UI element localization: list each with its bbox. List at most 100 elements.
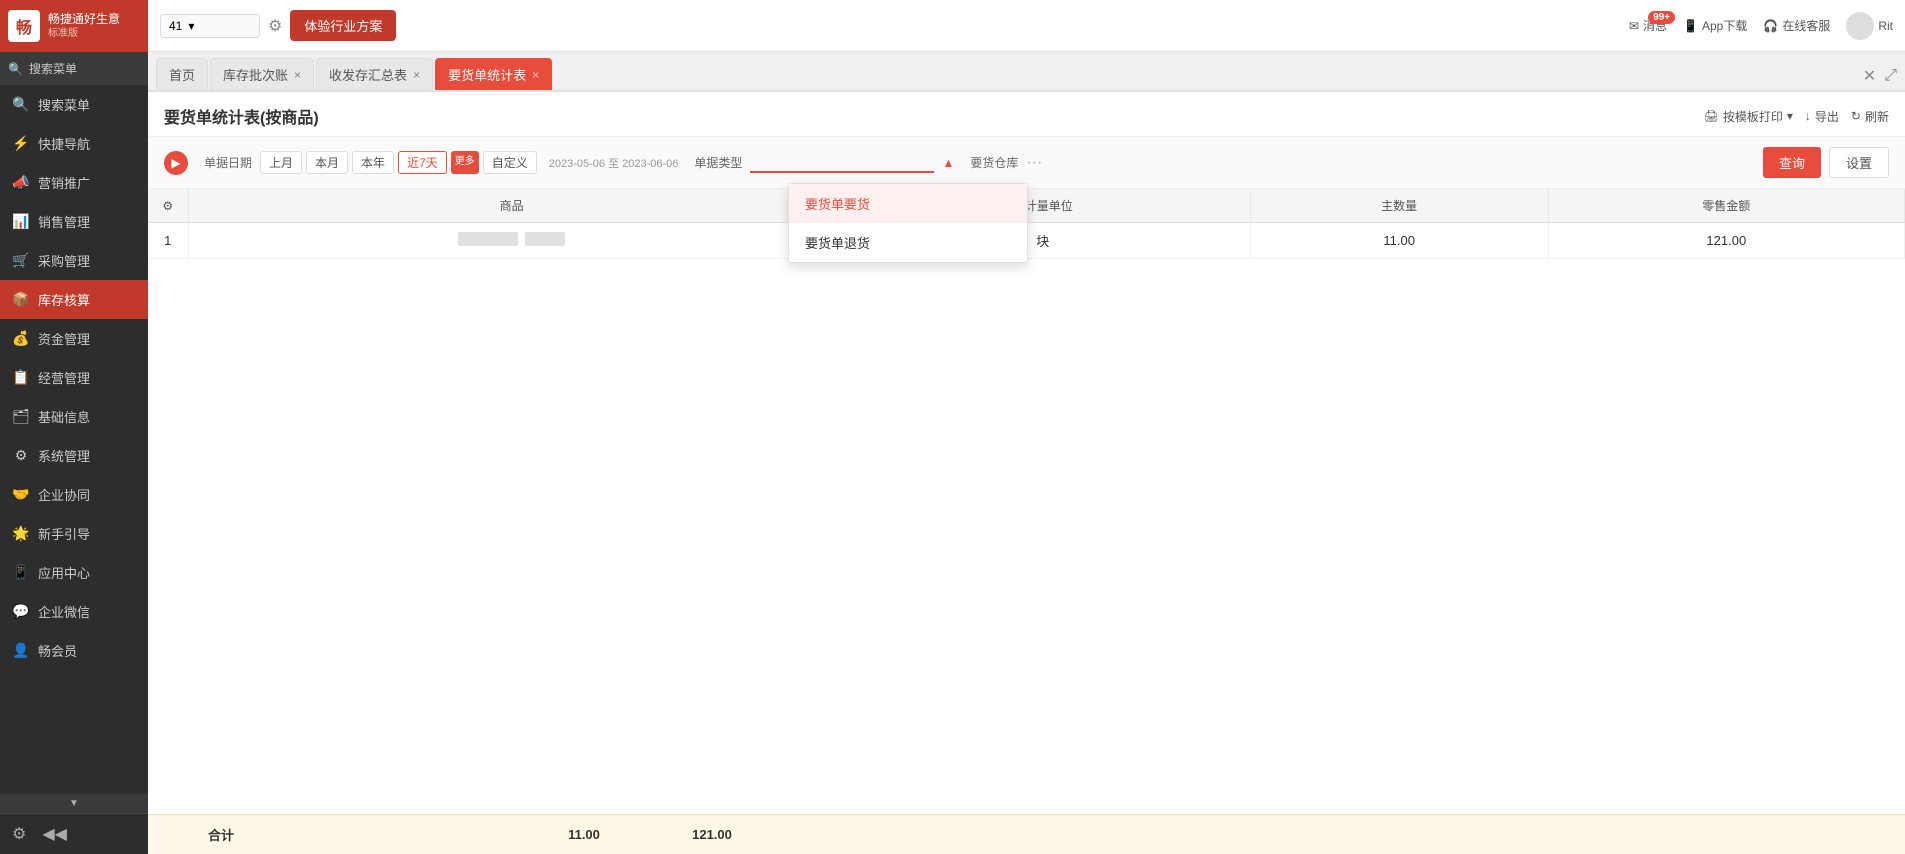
sidebar-item-sales[interactable]: 📊 销售管理 — [0, 202, 148, 241]
date-btn-this-month[interactable]: 本月 — [306, 151, 348, 174]
app-download-btn[interactable]: 📱 App下载 — [1683, 17, 1747, 34]
query-btn[interactable]: 查询 — [1763, 147, 1821, 178]
date-btn-7days[interactable]: 近7天 — [398, 151, 447, 174]
collapse-icon[interactable]: ◀◀ — [42, 824, 67, 844]
date-btn-last-month[interactable]: 上月 — [260, 151, 302, 174]
date-btn-this-year[interactable]: 本年 — [352, 151, 394, 174]
sidebar-item-system[interactable]: ⚙ 系统管理 — [0, 436, 148, 475]
sidebar-item-label-basic: 基础信息 — [38, 407, 90, 426]
selector-value: 41 — [169, 19, 182, 33]
topbar-right: ✉ 消息 99+ 📱 App下载 🎧 在线客服 Rit — [1629, 12, 1893, 40]
sidebar-item-label-member: 畅会员 — [38, 641, 77, 660]
tabs-bar-right: ✕ ⤢ — [1863, 66, 1897, 90]
purchase-icon: 🛒 — [12, 252, 30, 270]
tab-receive-summary-label: 收发存汇总表 — [329, 65, 407, 84]
phone-icon: 📱 — [1683, 19, 1698, 33]
sidebar-item-shortcut[interactable]: ⚡ 快捷导航 — [0, 124, 148, 163]
search-label: 搜索菜单 — [29, 60, 77, 77]
inventory-icon: 📦 — [12, 291, 30, 309]
type-filter-input[interactable] — [750, 152, 934, 173]
tab-receive-summary[interactable]: 收发存汇总表 × — [316, 58, 433, 90]
goods-blurred-2 — [525, 232, 565, 246]
sidebar-item-label-marketing: 营销推广 — [38, 173, 90, 192]
industry-btn[interactable]: 体验行业方案 — [290, 10, 396, 41]
filter-settings-btn[interactable]: 设置 — [1829, 147, 1889, 178]
filter-actions: 查询 设置 — [1763, 147, 1889, 178]
scroll-down-btn[interactable]: ▼ — [0, 794, 148, 813]
th-settings[interactable]: ⚙ — [148, 189, 188, 223]
company-selector[interactable]: 41 ▾ — [160, 14, 260, 38]
more-dates-badge[interactable]: 更多 — [451, 151, 479, 174]
sidebar-item-operations[interactable]: 📋 经营管理 — [0, 358, 148, 397]
tab-home[interactable]: 首页 — [156, 58, 208, 90]
tab-requisition-stats-close[interactable]: × — [532, 68, 539, 82]
sidebar-item-basic[interactable]: 🗂 基础信息 — [0, 397, 148, 436]
user-avatar[interactable]: Rit — [1846, 12, 1893, 40]
dropdown-item-requisition-return-label: 要货单退货 — [805, 236, 870, 251]
system-icon: ⚙ — [12, 447, 30, 465]
filter-bar: ▶ 单据日期 上月 本月 本年 近7天 更多 自定义 2023-05-06 至 … — [148, 137, 1905, 189]
sidebar-item-label-search: 搜索菜单 — [38, 95, 90, 114]
sidebar-item-label-purchase: 采购管理 — [38, 251, 90, 270]
type-filter-chevron-icon[interactable]: ▲ — [942, 156, 954, 170]
sidebar-item-marketing[interactable]: 📣 营销推广 — [0, 163, 148, 202]
sidebar-header: 畅 畅捷通好生意 标准版 — [0, 0, 148, 52]
date-filter-group: 单据日期 上月 本月 本年 近7天 更多 自定义 2023-05-06 至 20… — [204, 151, 678, 174]
sidebar-item-wechat[interactable]: 💬 企业微信 — [0, 592, 148, 631]
headset-icon: 🎧 — [1763, 19, 1778, 33]
operations-icon: 📋 — [12, 369, 30, 387]
topbar-gear-icon[interactable]: ⚙ — [268, 16, 282, 36]
sidebar-item-apps[interactable]: 📱 应用中心 — [0, 553, 148, 592]
footer-amount: 121.00 — [652, 827, 772, 842]
sidebar-item-enterprise[interactable]: 🤝 企业协同 — [0, 475, 148, 514]
sidebar-search[interactable]: 🔍 搜索菜单 — [0, 52, 148, 85]
enterprise-icon: 🤝 — [12, 486, 30, 504]
type-filter-group: 单据类型 ▲ — [694, 152, 954, 173]
finance-icon: 💰 — [12, 330, 30, 348]
dropdown-item-requisition-order[interactable]: 要货单要货 — [789, 184, 1027, 223]
topbar-left: 41 ▾ ⚙ 体验行业方案 — [160, 10, 396, 41]
sidebar-item-label-guide: 新手引导 — [38, 524, 90, 543]
app-logo: 畅 — [8, 10, 40, 42]
sidebar-item-purchase[interactable]: 🛒 采购管理 — [0, 241, 148, 280]
tab-inventory-batch[interactable]: 库存批次账 × — [210, 58, 314, 90]
type-dropdown: 要货单要货 要货单退货 — [788, 183, 1028, 263]
page-title: 要货单统计表(按商品) — [164, 104, 319, 128]
basic-icon: 🗂 — [12, 408, 30, 426]
export-btn[interactable]: ↓ 导出 — [1805, 108, 1839, 125]
tab-receive-summary-close[interactable]: × — [413, 68, 420, 82]
settings-icon[interactable]: ⚙ — [12, 824, 26, 844]
user-name: Rit — [1878, 19, 1893, 33]
sidebar-item-member[interactable]: 👤 畅会员 — [0, 631, 148, 670]
print-btn[interactable]: 🖨 按模板打印 ▾ — [1704, 108, 1793, 125]
td-quantity: 11.00 — [1250, 223, 1548, 259]
messages-badge: 99+ — [1648, 11, 1675, 24]
messages-btn[interactable]: ✉ 消息 99+ — [1629, 17, 1667, 34]
date-options: 上月 本月 本年 近7天 更多 自定义 — [260, 151, 537, 174]
close-all-tabs-btn[interactable]: ✕ — [1863, 66, 1876, 86]
online-service-btn[interactable]: 🎧 在线客服 — [1763, 17, 1830, 34]
dropdown-item-requisition-return[interactable]: 要货单退货 — [789, 223, 1027, 262]
sidebar-item-finance[interactable]: 💰 资金管理 — [0, 319, 148, 358]
page-actions: 🖨 按模板打印 ▾ ↓ 导出 ↻ 刷新 — [1704, 108, 1889, 125]
filter-expand-btn[interactable]: ▶ — [164, 151, 188, 175]
date-btn-custom[interactable]: 自定义 — [483, 151, 537, 174]
app-download-label: App下载 — [1702, 17, 1747, 34]
guide-icon: 🌟 — [12, 525, 30, 543]
warehouse-filter-dots[interactable]: ··· — [1026, 154, 1042, 172]
refresh-btn[interactable]: ↻ 刷新 — [1851, 108, 1889, 125]
tab-requisition-stats[interactable]: 要货单统计表 × — [435, 58, 552, 90]
search-icon: 🔍 — [12, 96, 30, 114]
sidebar-item-label-finance: 资金管理 — [38, 329, 90, 348]
refresh-icon: ↻ — [1851, 109, 1861, 123]
tab-inventory-batch-close[interactable]: × — [294, 68, 301, 82]
sidebar-item-guide[interactable]: 🌟 新手引导 — [0, 514, 148, 553]
maximize-tab-btn[interactable]: ⤢ — [1884, 67, 1897, 85]
apps-icon: 📱 — [12, 564, 30, 582]
sidebar-item-inventory[interactable]: 📦 库存核算 — [0, 280, 148, 319]
marketing-icon: 📣 — [12, 174, 30, 192]
page-content: 要货单统计表(按商品) 🖨 按模板打印 ▾ ↓ 导出 ↻ 刷新 ▶ — [148, 92, 1905, 854]
th-amount: 零售金额 — [1548, 189, 1904, 223]
sidebar-item-search[interactable]: 🔍 搜索菜单 — [0, 85, 148, 124]
sidebar-item-label-system: 系统管理 — [38, 446, 90, 465]
